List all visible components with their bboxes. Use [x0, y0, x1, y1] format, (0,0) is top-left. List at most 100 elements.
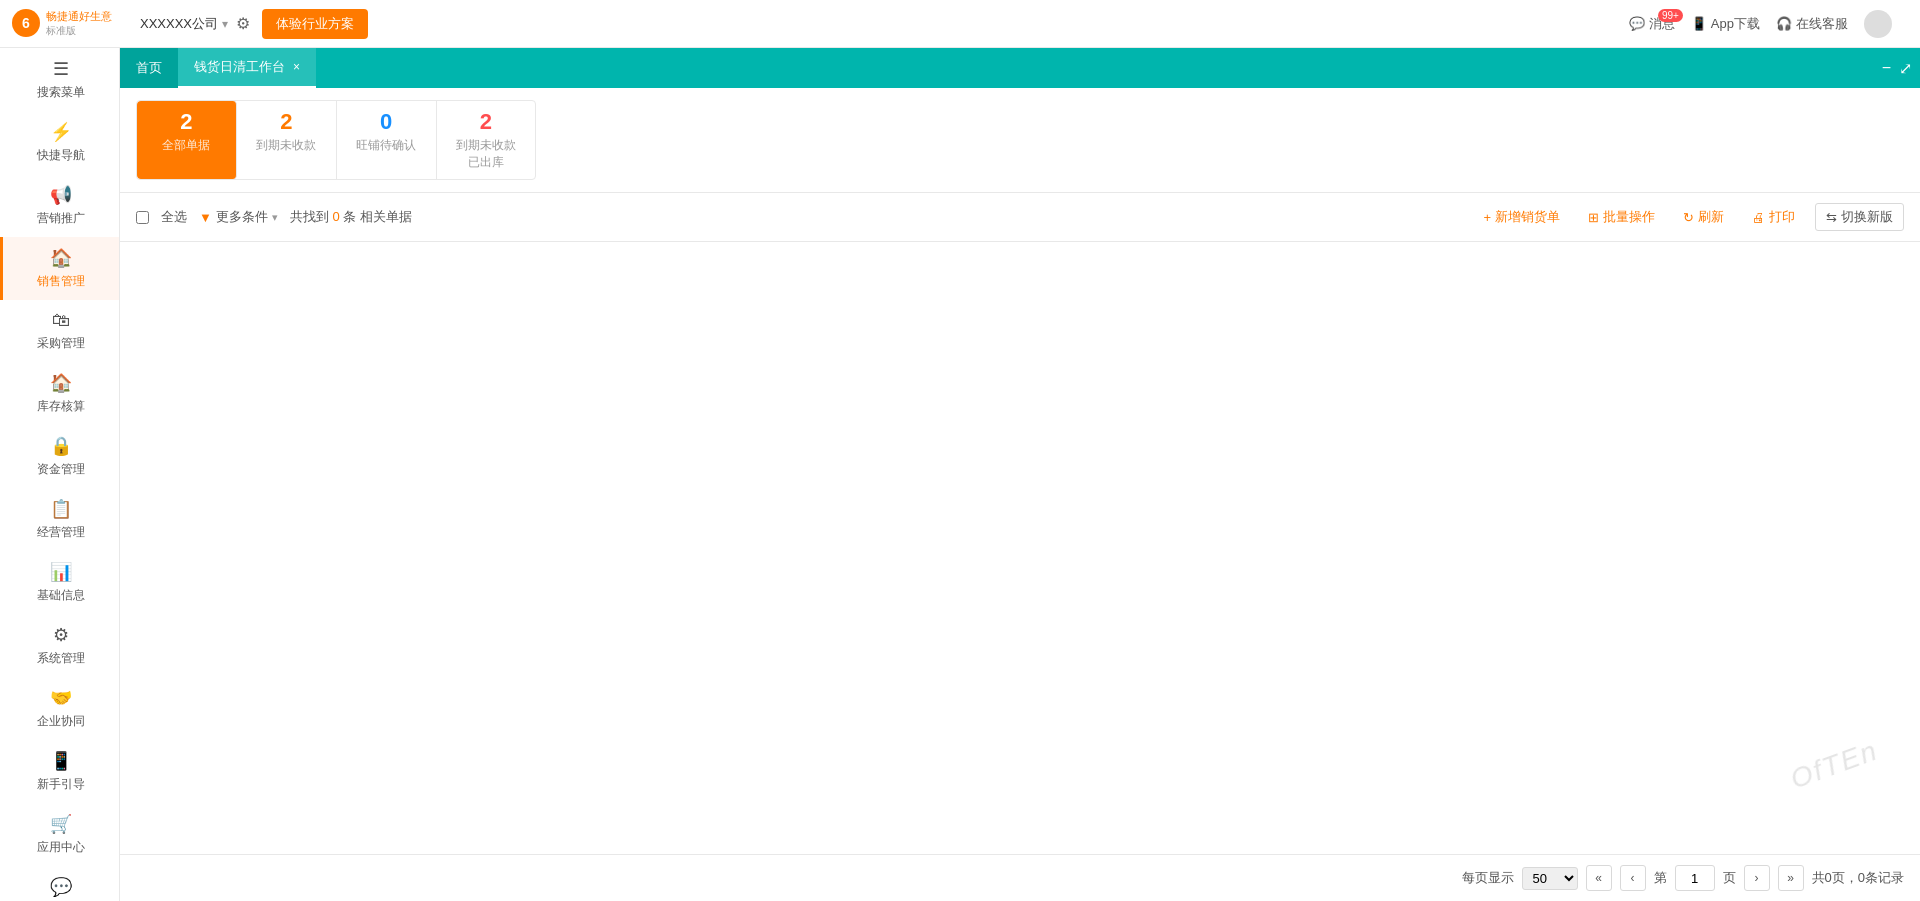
sidebar-item-label: 应用中心 — [37, 839, 85, 856]
stat-num-overdue-out: 2 — [453, 109, 520, 135]
stat-num-overdue: 2 — [253, 109, 320, 135]
trial-button[interactable]: 体验行业方案 — [262, 9, 368, 39]
stat-num-pending: 0 — [353, 109, 420, 135]
tab-active-label: 钱货日清工作台 — [194, 58, 285, 76]
sidebar: ☰ 搜索菜单 ⚡ 快捷导航 📢 营销推广 🏠 销售管理 🛍 采购管理 🏠 库存核… — [0, 48, 120, 901]
batch-operation-btn[interactable]: ⊞ 批量操作 — [1580, 204, 1663, 230]
quick-nav-icon: ⚡ — [50, 121, 72, 143]
tab-close-icon[interactable]: × — [293, 60, 300, 74]
app-download-btn[interactable]: 📱 App下载 — [1691, 15, 1760, 33]
purchase-icon: 🛍 — [52, 310, 70, 331]
sidebar-item-purchase[interactable]: 🛍 采购管理 — [0, 300, 119, 362]
last-page-btn[interactable]: » — [1778, 865, 1804, 891]
system-icon: ⚙ — [53, 624, 69, 646]
sidebar-item-label: 库存核算 — [37, 398, 85, 415]
filter-chevron-icon: ▾ — [272, 211, 278, 224]
guide-icon: 📱 — [50, 750, 72, 772]
tab-home[interactable]: 首页 — [120, 48, 178, 88]
stat-card-overdue[interactable]: 2 到期未收款 — [237, 101, 337, 179]
first-page-btn[interactable]: « — [1586, 865, 1612, 891]
sidebar-item-quick-nav[interactable]: ⚡ 快捷导航 — [0, 111, 119, 174]
sidebar-item-label: 采购管理 — [37, 335, 85, 352]
sales-icon: 🏠 — [50, 247, 72, 269]
stat-label-pending: 旺铺待确认 — [353, 137, 420, 154]
refresh-icon: ↻ — [1683, 210, 1694, 225]
header-right: 💬 消息 99+ 📱 App下载 🎧 在线客服 — [1629, 10, 1908, 38]
sidebar-item-label: 销售管理 — [37, 273, 85, 290]
filter-icon: ▼ — [199, 210, 212, 225]
company-selector[interactable]: XXXXXX公司 ▾ — [140, 15, 228, 33]
stats-bar: 2 全部单据 2 到期未收款 0 旺铺待确认 2 到期未收款 已出库 — [120, 88, 1920, 193]
sidebar-item-label: 搜索菜单 — [37, 84, 85, 101]
print-icon: 🖨 — [1752, 210, 1765, 225]
logo-icon: 6 — [12, 9, 40, 37]
pagination: 每页显示 20 50 100 « ‹ 第 页 › » 共0页，0条记录 — [120, 854, 1920, 901]
page-size-select[interactable]: 20 50 100 — [1522, 867, 1578, 890]
sidebar-item-guide[interactable]: 📱 新手引导 — [0, 740, 119, 803]
page-number-input[interactable] — [1675, 865, 1715, 891]
found-count: 0 — [333, 209, 340, 224]
top-header: 6 畅捷通好生意 标准版 XXXXXX公司 ▾ ⚙ 体验行业方案 💬 消息 99… — [0, 0, 1920, 48]
page-size-label: 每页显示 — [1462, 869, 1514, 887]
operations-icon: 📋 — [50, 498, 72, 520]
sidebar-item-inventory[interactable]: 🏠 库存核算 — [0, 362, 119, 425]
sidebar-item-marketing[interactable]: 📢 营销推广 — [0, 174, 119, 237]
filter-label: 更多条件 — [216, 208, 268, 226]
avatar[interactable] — [1864, 10, 1892, 38]
settings-icon[interactable]: ⚙ — [236, 14, 250, 33]
headset-icon: 🎧 — [1776, 16, 1792, 31]
sidebar-item-app-center[interactable]: 🛒 应用中心 — [0, 803, 119, 866]
toolbar-right: + 新增销货单 ⊞ 批量操作 ↻ 刷新 🖨 打印 ⇆ 切换新版 — [1475, 203, 1904, 231]
logo-area: 6 畅捷通好生意 标准版 — [12, 9, 132, 37]
found-text: 共找到 0 条 相关单据 — [290, 208, 412, 226]
online-service-btn[interactable]: 🎧 在线客服 — [1776, 15, 1848, 33]
enterprise-icon: 🤝 — [50, 687, 72, 709]
toolbar: 全选 ▼ 更多条件 ▾ 共找到 0 条 相关单据 + 新增销货单 ⊞ 批量操作 — [120, 193, 1920, 242]
plus-icon: + — [1483, 210, 1491, 225]
tab-maximize-icon[interactable]: ⤢ — [1899, 59, 1912, 78]
table-area — [120, 242, 1920, 854]
empty-placeholder — [120, 242, 1920, 854]
stat-card-all[interactable]: 2 全部单据 — [137, 101, 237, 179]
stat-card-pending[interactable]: 0 旺铺待确认 — [337, 101, 437, 179]
refresh-btn[interactable]: ↻ 刷新 — [1675, 204, 1732, 230]
sidebar-item-finance[interactable]: 🔒 资金管理 — [0, 425, 119, 488]
stat-cards-wrapper: 2 全部单据 2 到期未收款 0 旺铺待确认 2 到期未收款 已出库 — [136, 100, 536, 180]
tab-home-label: 首页 — [136, 59, 162, 77]
message-btn[interactable]: 💬 消息 99+ — [1629, 15, 1675, 33]
total-text: 共0页，0条记录 — [1812, 869, 1904, 887]
filter-button[interactable]: ▼ 更多条件 ▾ — [199, 208, 278, 226]
prev-page-btn[interactable]: ‹ — [1620, 865, 1646, 891]
logo-badge: 标准版 — [46, 24, 112, 38]
sidebar-item-search-menu[interactable]: ☰ 搜索菜单 — [0, 48, 119, 111]
sidebar-item-system[interactable]: ⚙ 系统管理 — [0, 614, 119, 677]
sidebar-item-enterprise[interactable]: 🤝 企业协同 — [0, 677, 119, 740]
sidebar-item-label: 系统管理 — [37, 650, 85, 667]
marketing-icon: 📢 — [50, 184, 72, 206]
basic-info-icon: 📊 — [50, 561, 72, 583]
finance-icon: 🔒 — [50, 435, 72, 457]
stat-label-overdue-out: 到期未收款 已出库 — [453, 137, 520, 171]
logo-name: 畅捷通好生意 — [46, 9, 112, 23]
toolbar-left: 全选 ▼ 更多条件 ▾ 共找到 0 条 相关单据 — [136, 208, 412, 226]
sidebar-item-sales[interactable]: 🏠 销售管理 — [0, 237, 119, 300]
di-label: 第 — [1654, 869, 1667, 887]
sidebar-item-operations[interactable]: 📋 经营管理 — [0, 488, 119, 551]
tab-active[interactable]: 钱货日清工作台 × — [178, 48, 316, 88]
main-content: 2 全部单据 2 到期未收款 0 旺铺待确认 2 到期未收款 已出库 全选 ▼ — [120, 88, 1920, 901]
tab-minimize-icon[interactable]: − — [1882, 59, 1891, 77]
print-btn[interactable]: 🖨 打印 — [1744, 204, 1803, 230]
sidebar-item-basic-info[interactable]: 📊 基础信息 — [0, 551, 119, 614]
sidebar-item-wechat[interactable]: 💬 企业微信 — [0, 866, 119, 901]
switch-new-version-btn[interactable]: ⇆ 切换新版 — [1815, 203, 1904, 231]
new-sale-order-btn[interactable]: + 新增销货单 — [1475, 204, 1568, 230]
next-page-btn[interactable]: › — [1744, 865, 1770, 891]
app-download-icon: 📱 — [1691, 16, 1707, 31]
online-service-label: 在线客服 — [1796, 15, 1848, 33]
inventory-icon: 🏠 — [50, 372, 72, 394]
wechat-icon: 💬 — [50, 876, 72, 898]
select-all-label: 全选 — [161, 208, 187, 226]
stat-card-overdue-out[interactable]: 2 到期未收款 已出库 — [437, 101, 536, 179]
select-all-checkbox[interactable] — [136, 211, 149, 224]
sidebar-item-label: 新手引导 — [37, 776, 85, 793]
